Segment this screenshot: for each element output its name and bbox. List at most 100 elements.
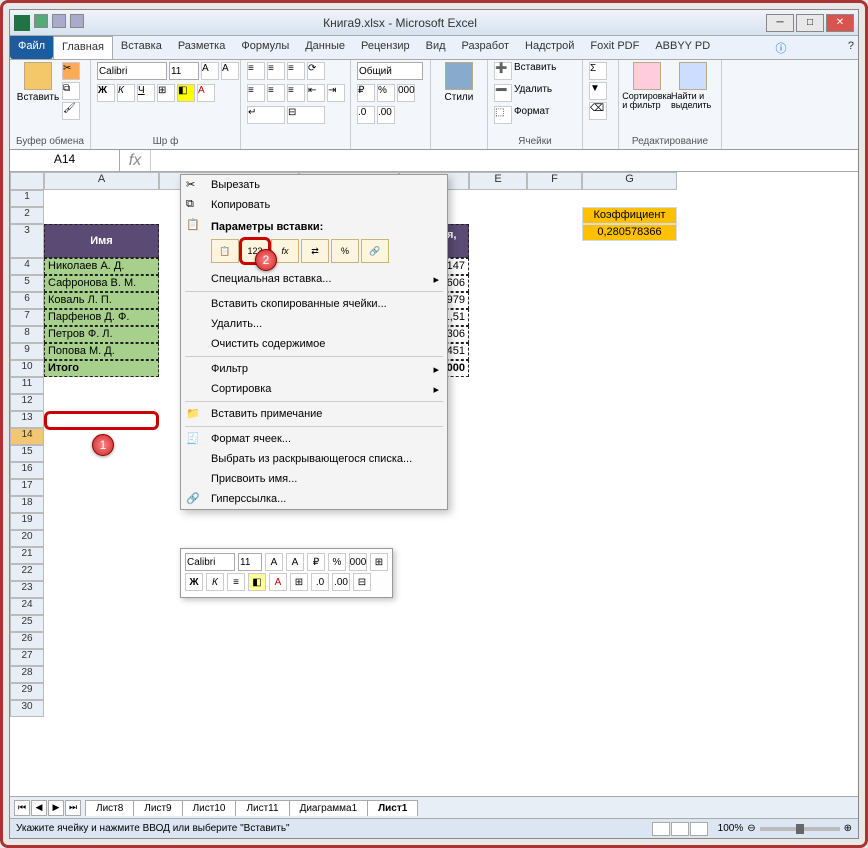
size-selector[interactable]	[169, 62, 199, 80]
tab-view[interactable]: Вид	[418, 36, 454, 59]
row-header-9[interactable]: 9	[10, 343, 44, 360]
font-selector[interactable]	[97, 62, 167, 80]
cell-A10[interactable]: Итого	[44, 360, 159, 377]
row-header-4[interactable]: 4	[10, 258, 44, 275]
row-header-24[interactable]: 24	[10, 598, 44, 615]
mini-comma[interactable]: 000	[349, 553, 367, 571]
row-header-6[interactable]: 6	[10, 292, 44, 309]
sheet-tab-Лист11[interactable]: Лист11	[235, 800, 289, 816]
sheet-tab-Лист8[interactable]: Лист8	[85, 800, 134, 816]
mini-border[interactable]: ⊞	[290, 573, 308, 591]
ctx-name[interactable]: Присвоить имя...	[181, 469, 447, 489]
row-header-29[interactable]: 29	[10, 683, 44, 700]
tab-formulas[interactable]: Формулы	[233, 36, 297, 59]
tab-addins[interactable]: Надстрой	[517, 36, 582, 59]
indent-inc[interactable]: ⇥	[327, 84, 345, 102]
row-header-3[interactable]: 3	[10, 224, 44, 258]
cell-A9[interactable]: Попова М. Д.	[44, 343, 159, 360]
border-button[interactable]: ⊞	[157, 84, 175, 102]
qat-redo[interactable]	[70, 14, 84, 28]
paste-button[interactable]: Вставить	[16, 62, 60, 124]
ribbon-help[interactable]: ?	[844, 36, 858, 59]
sheet-tab-Лист9[interactable]: Лист9	[133, 800, 182, 816]
align-right[interactable]: ≡	[287, 84, 305, 102]
bold-button[interactable]: Ж	[97, 84, 115, 102]
worksheet-grid[interactable]: ABCDEFG 12345678910111213141516171819202…	[10, 172, 858, 777]
tab-layout[interactable]: Разметка	[170, 36, 234, 59]
tab-file[interactable]: Файл	[10, 36, 53, 59]
indent-dec[interactable]: ⇤	[307, 84, 325, 102]
styles-button[interactable]: Стили	[437, 62, 481, 124]
mini-font[interactable]	[185, 553, 235, 571]
tab-home[interactable]: Главная	[53, 36, 113, 59]
ctx-clear[interactable]: Очистить содержимое	[181, 334, 447, 354]
ctx-paste-special[interactable]: Специальная вставка...	[181, 269, 447, 289]
autosum[interactable]: Σ	[589, 62, 607, 80]
zoom-out[interactable]: ⊖	[747, 823, 755, 834]
col-header-E[interactable]: E	[469, 172, 527, 190]
number-format[interactable]	[357, 62, 423, 80]
sheet-tab-Диаграмма1[interactable]: Диаграмма1	[289, 800, 369, 816]
mini-cond-format[interactable]: ⊞	[370, 553, 388, 571]
close-button[interactable]: ✕	[826, 14, 854, 32]
name-box[interactable]: A14	[10, 150, 120, 171]
col-header-F[interactable]: F	[527, 172, 582, 190]
row-header-16[interactable]: 16	[10, 462, 44, 479]
view-page-layout[interactable]	[671, 822, 689, 836]
row-header-25[interactable]: 25	[10, 615, 44, 632]
sheet-nav-next[interactable]: ▶	[48, 800, 64, 816]
percent[interactable]: %	[377, 84, 395, 102]
select-all-corner[interactable]	[10, 172, 44, 190]
underline-button[interactable]: Ч	[137, 84, 155, 102]
row-header-30[interactable]: 30	[10, 700, 44, 717]
cell-A7[interactable]: Парфенов Д. Ф.	[44, 309, 159, 326]
mini-grow[interactable]: A	[265, 553, 283, 571]
row-header-10[interactable]: 10	[10, 360, 44, 377]
sort-filter-button[interactable]: Сортировка и фильтр	[625, 62, 669, 124]
mini-bold[interactable]: Ж	[185, 573, 203, 591]
ctx-cut[interactable]: ✂Вырезать	[181, 175, 447, 195]
tab-abbyy[interactable]: ABBYY PD	[647, 36, 718, 59]
grow-font[interactable]: A	[201, 62, 219, 80]
font-color[interactable]: A	[197, 84, 215, 102]
ctx-format-cells[interactable]: 🧾Формат ячеек...	[181, 429, 447, 449]
row-header-8[interactable]: 8	[10, 326, 44, 343]
tab-review[interactable]: Рецензир	[353, 36, 418, 59]
ctx-delete[interactable]: Удалить...	[181, 314, 447, 334]
help-icon[interactable]: ⓘ	[772, 36, 791, 59]
formula-input[interactable]	[150, 150, 858, 171]
row-header-12[interactable]: 12	[10, 394, 44, 411]
format-cells[interactable]: ⬚	[494, 106, 512, 124]
zoom-slider[interactable]	[760, 827, 840, 831]
fill-color[interactable]: ◧	[177, 84, 195, 102]
paste-opt-all[interactable]: 📋	[211, 239, 239, 263]
ctx-filter[interactable]: Фильтр	[181, 359, 447, 379]
tab-data[interactable]: Данные	[297, 36, 353, 59]
row-header-2[interactable]: 2	[10, 207, 44, 224]
sheet-nav-prev[interactable]: ◀	[31, 800, 47, 816]
inc-decimal[interactable]: .0	[357, 106, 375, 124]
qat-save[interactable]	[34, 14, 48, 28]
ctx-insert-copied[interactable]: Вставить скопированные ячейки...	[181, 294, 447, 314]
mini-currency[interactable]: ₽	[307, 553, 325, 571]
cell-A5[interactable]: Сафронова В. М.	[44, 275, 159, 292]
ctx-hyperlink[interactable]: 🔗Гиперссылка...	[181, 489, 447, 509]
mini-shrink[interactable]: A	[286, 553, 304, 571]
row-header-22[interactable]: 22	[10, 564, 44, 581]
cell-A8[interactable]: Петров Ф. Л.	[44, 326, 159, 343]
view-normal[interactable]	[652, 822, 670, 836]
row-header-13[interactable]: 13	[10, 411, 44, 428]
ctx-comment[interactable]: 📁Вставить примечание	[181, 404, 447, 424]
paste-opt-formatting[interactable]: %	[331, 239, 359, 263]
orientation[interactable]: ⟳	[307, 62, 325, 80]
mini-italic[interactable]: К	[206, 573, 224, 591]
cell-A6[interactable]: Коваль Л. П.	[44, 292, 159, 309]
mini-size[interactable]	[238, 553, 262, 571]
cell-A4[interactable]: Николаев А. Д.	[44, 258, 159, 275]
shrink-font[interactable]: A	[221, 62, 239, 80]
ctx-copy[interactable]: ⧉Копировать	[181, 195, 447, 215]
comma[interactable]: 000	[397, 84, 415, 102]
maximize-button[interactable]: □	[796, 14, 824, 32]
tab-insert[interactable]: Вставка	[113, 36, 170, 59]
align-bot[interactable]: ≡	[287, 62, 305, 80]
